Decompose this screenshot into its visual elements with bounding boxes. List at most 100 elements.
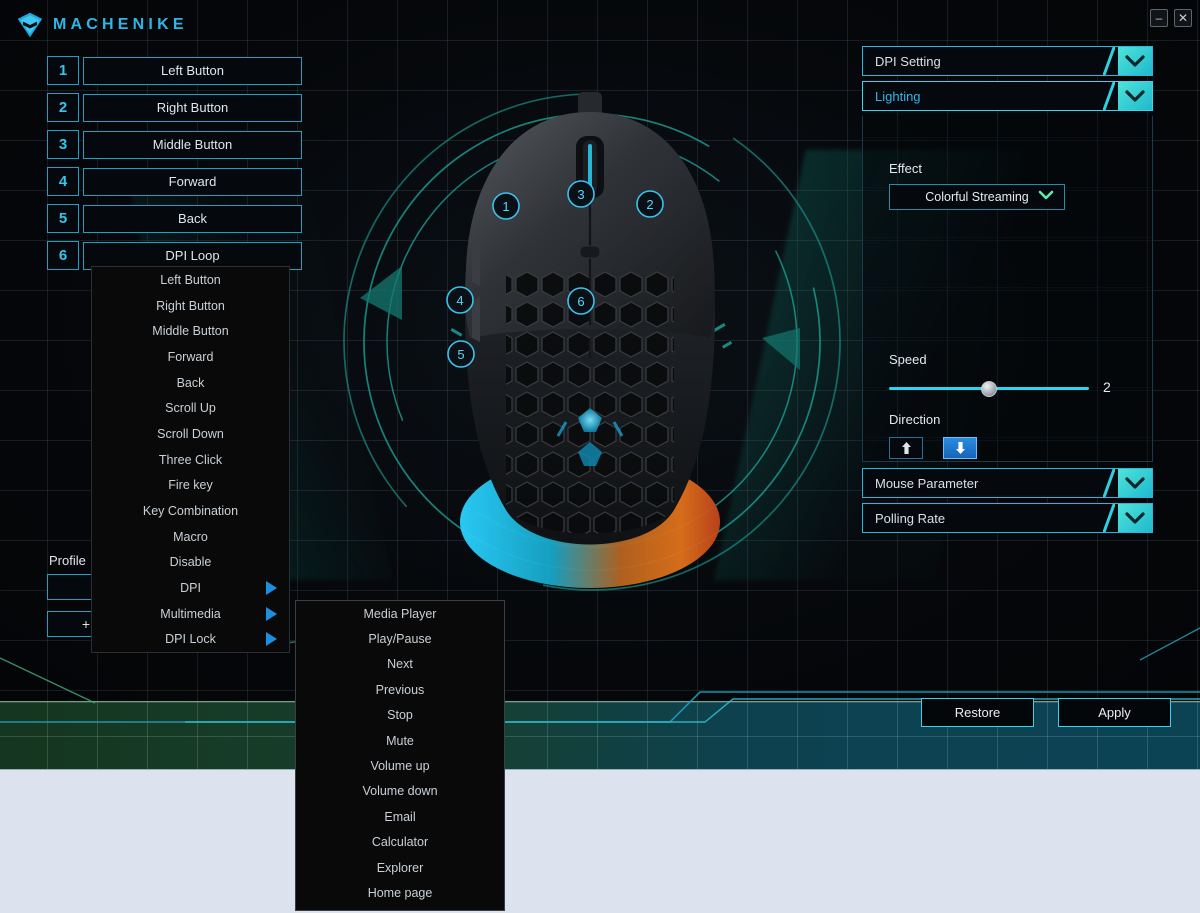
- section-header-dpi-setting[interactable]: DPI Setting: [862, 46, 1153, 76]
- button-row: 3 Middle Button: [47, 130, 302, 159]
- submenu-item[interactable]: Next: [296, 652, 504, 677]
- speed-slider-knob[interactable]: [981, 381, 997, 397]
- submenu-item[interactable]: Previous: [296, 677, 504, 702]
- direction-label: Direction: [889, 412, 941, 427]
- chevron-down-icon[interactable]: [1118, 504, 1152, 532]
- apply-button[interactable]: Apply: [1058, 698, 1171, 727]
- context-menu-item[interactable]: Forward: [92, 344, 289, 370]
- button-assignment-list: 1 Left Button 2 Right Button 3 Middle Button 4…: [47, 56, 302, 278]
- submenu-item[interactable]: Stop: [296, 703, 504, 728]
- effect-select[interactable]: Colorful Streaming: [889, 184, 1065, 210]
- effect-field: Effect Colorful Streaming: [889, 161, 1065, 210]
- context-menu-item-label: DPI: [180, 581, 201, 596]
- svg-text:3: 3: [577, 187, 584, 202]
- svg-text:2: 2: [646, 197, 653, 212]
- submenu-item[interactable]: Explorer: [296, 855, 504, 880]
- button-index-3[interactable]: 3: [47, 130, 79, 159]
- section-header-lighting[interactable]: Lighting: [862, 81, 1153, 111]
- multimedia-submenu: Media Player Play/Pause Next Previous Stop Mu…: [295, 600, 505, 911]
- context-menu-item-label: Back: [176, 375, 205, 390]
- button-action-5[interactable]: Back: [83, 204, 302, 233]
- speed-slider[interactable]: 2: [889, 379, 1111, 397]
- submenu-item[interactable]: Media Player: [296, 601, 504, 626]
- submenu-item[interactable]: Volume down: [296, 779, 504, 804]
- section-header-mouse-parameter[interactable]: Mouse Parameter: [862, 468, 1153, 498]
- button-index-4[interactable]: 4: [47, 167, 79, 196]
- effect-label: Effect: [889, 161, 923, 176]
- submenu-item[interactable]: Calculator: [296, 830, 504, 855]
- section-title-mouse-parameter: Mouse Parameter: [875, 475, 979, 491]
- button-action-1[interactable]: Left Button: [83, 56, 302, 85]
- accent-slash: [1103, 82, 1115, 110]
- close-button[interactable]: ✕: [1174, 9, 1192, 27]
- section-title-lighting: Lighting: [875, 88, 921, 104]
- chevron-down-icon[interactable]: [1118, 47, 1152, 75]
- submenu-item[interactable]: Home page: [296, 880, 504, 905]
- svg-text:5: 5: [457, 347, 464, 362]
- submenu-item-label: Volume up: [370, 759, 430, 774]
- direction-down-button[interactable]: [943, 437, 977, 459]
- context-menu-item[interactable]: Scroll Down: [92, 421, 289, 447]
- context-menu-item-label: Scroll Up: [165, 401, 216, 416]
- button-index-6[interactable]: 6: [47, 241, 79, 270]
- context-menu-item[interactable]: Key Combination: [92, 498, 289, 524]
- context-menu-item[interactable]: Back: [92, 370, 289, 396]
- submenu-arrow-icon: [266, 606, 277, 621]
- button-index-5[interactable]: 5: [47, 204, 79, 233]
- context-menu-item[interactable]: Multimedia: [92, 601, 289, 627]
- context-menu-item[interactable]: DPI: [92, 575, 289, 601]
- button-action-3[interactable]: Middle Button: [83, 130, 302, 159]
- button-row: 2 Right Button: [47, 93, 302, 122]
- button-index-2[interactable]: 2: [47, 93, 79, 122]
- submenu-item-label: Media Player: [363, 606, 437, 621]
- context-menu-item[interactable]: Fire key: [92, 473, 289, 499]
- context-menu-item-label: Scroll Down: [157, 426, 224, 441]
- context-menu-item[interactable]: Disable: [92, 550, 289, 576]
- svg-text:1: 1: [502, 199, 509, 214]
- context-menu-item-label: Middle Button: [152, 324, 229, 339]
- context-menu-item-label: Forward: [167, 349, 214, 364]
- button-action-4[interactable]: Forward: [83, 167, 302, 196]
- button-row: 1 Left Button: [47, 56, 302, 85]
- accent-slash: [1103, 504, 1115, 532]
- submenu-arrow-icon: [266, 581, 277, 596]
- context-menu-item[interactable]: Scroll Up: [92, 395, 289, 421]
- section-header-polling-rate[interactable]: Polling Rate: [862, 503, 1153, 533]
- context-menu-item-label: DPI Lock: [165, 632, 216, 647]
- button-action-2[interactable]: Right Button: [83, 93, 302, 122]
- submenu-item-label: Play/Pause: [368, 632, 432, 647]
- minimize-button[interactable]: –: [1150, 9, 1168, 27]
- chevron-down-icon[interactable]: [1118, 469, 1152, 497]
- submenu-item[interactable]: Email: [296, 804, 504, 829]
- context-menu-item[interactable]: Right Button: [92, 293, 289, 319]
- action-buttons: Restore Apply: [921, 698, 1171, 727]
- accent-slash: [1103, 47, 1115, 75]
- context-menu-item-label: Fire key: [168, 478, 213, 493]
- chevron-down-icon: [1038, 190, 1054, 204]
- context-menu-item[interactable]: Three Click: [92, 447, 289, 473]
- context-menu-item[interactable]: Middle Button: [92, 318, 289, 344]
- submenu-arrow-icon: [266, 632, 277, 647]
- context-menu-item-label: Three Click: [158, 452, 223, 467]
- app-logo: MACHENIKE: [16, 10, 188, 40]
- chevron-down-icon[interactable]: [1118, 82, 1152, 110]
- context-menu-item-label: Left Button: [160, 272, 221, 287]
- submenu-item-label: Stop: [387, 708, 413, 723]
- bottom-light-band: [0, 770, 1200, 913]
- submenu-item-label: Email: [384, 809, 416, 824]
- submenu-item[interactable]: Volume up: [296, 753, 504, 778]
- lighting-section-body: Effect Colorful Streaming Speed 2 Direct…: [862, 116, 1153, 462]
- submenu-item[interactable]: Mute: [296, 728, 504, 753]
- button-row: 5 Back: [47, 204, 302, 233]
- submenu-item[interactable]: Play/Pause: [296, 626, 504, 651]
- context-menu-item[interactable]: DPI Lock: [92, 627, 289, 653]
- restore-button[interactable]: Restore: [921, 698, 1034, 727]
- submenu-item-label: Explorer: [376, 860, 424, 875]
- button-index-1[interactable]: 1: [47, 56, 79, 85]
- machenike-mouse-configurator-window: 1 2 3 4 5 6 MACHENIKE – ✕ 1 Left Button 2 R…: [0, 0, 1200, 913]
- brand-name: MACHENIKE: [53, 16, 188, 33]
- direction-up-button[interactable]: [889, 437, 923, 459]
- context-menu-item[interactable]: Macro: [92, 524, 289, 550]
- context-menu-item[interactable]: Left Button: [92, 267, 289, 293]
- svg-text:6: 6: [577, 294, 584, 309]
